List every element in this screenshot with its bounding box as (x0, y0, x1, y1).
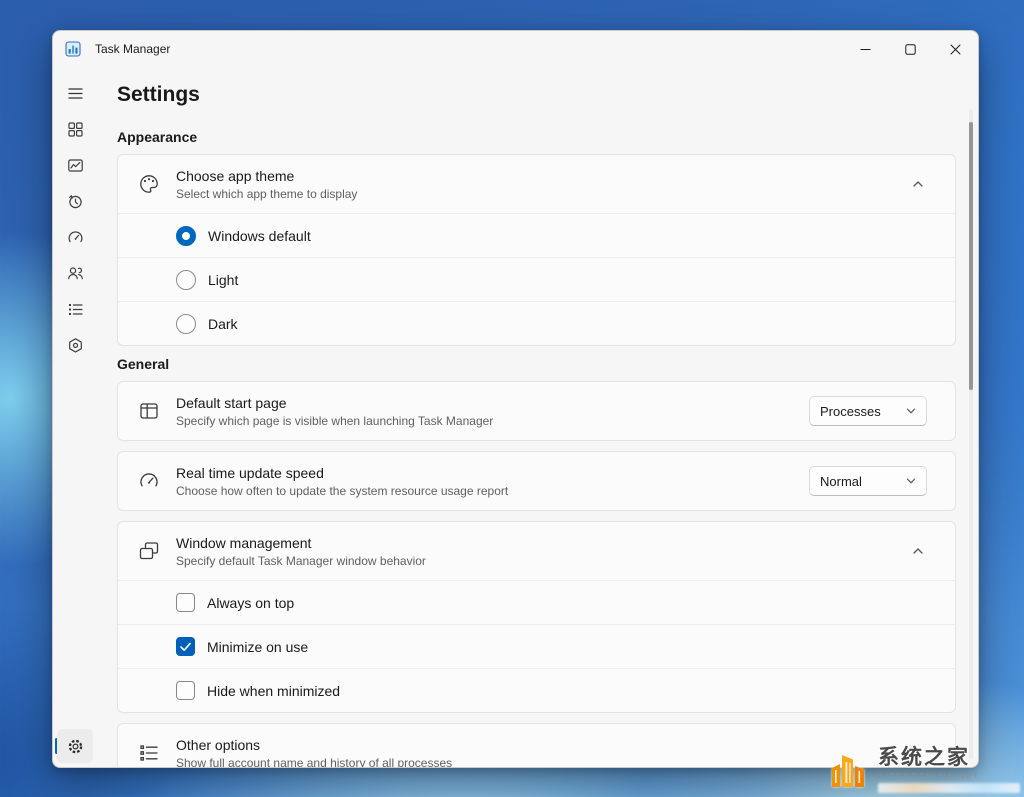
checkbox[interactable] (176, 637, 195, 656)
details-list-icon (67, 301, 84, 318)
sidebar-item-startup-apps[interactable] (53, 219, 97, 255)
checkbox-row-always-on-top[interactable]: Always on top (118, 580, 955, 624)
watermark-logo-icon (827, 747, 871, 793)
card-window-management: Window management Specify default Task M… (117, 521, 956, 713)
section-heading-general: General (117, 356, 170, 372)
task-manager-window: Task Manager Settings Appearance Choose … (52, 30, 979, 768)
card-subtitle: Select which app theme to display (176, 186, 358, 201)
history-clock-icon (67, 193, 84, 210)
sidebar-item-performance[interactable] (53, 147, 97, 183)
setting-row-update-speed: Real time update speed Choose how often … (118, 452, 955, 510)
chevron-down-icon (906, 406, 916, 416)
setting-row-start-page: Default start page Specify which page is… (118, 382, 955, 440)
chevron-up-icon (911, 544, 925, 558)
sidebar-item-services[interactable] (53, 327, 97, 363)
gauge-icon (67, 229, 84, 246)
list-icon (138, 742, 160, 764)
desktop-wallpaper: Task Manager Settings Appearance Choose … (0, 0, 1024, 797)
chevron-up-icon (911, 177, 925, 191)
titlebar[interactable]: Task Manager (53, 31, 978, 67)
card-default-start-page: Default start page Specify which page is… (117, 381, 956, 441)
update-speed-dropdown[interactable]: Normal (809, 466, 927, 496)
dropdown-value: Processes (820, 403, 881, 419)
card-title: Default start page (176, 394, 287, 411)
hamburger-icon (67, 85, 84, 102)
card-subtitle: Show full account name and history of al… (176, 755, 453, 768)
expander-header-window-management[interactable]: Window management Specify default Task M… (118, 522, 955, 580)
services-icon (67, 337, 84, 354)
watermark-caption-blurred (878, 783, 1020, 793)
radio-row-light[interactable]: Light (118, 257, 955, 301)
settings-page: Settings Appearance Choose app theme Sel… (97, 67, 978, 768)
windows-icon (138, 540, 160, 562)
card-choose-app-theme: Choose app theme Select which app theme … (117, 154, 956, 346)
scrollbar (969, 109, 973, 759)
sidebar-item-users[interactable] (53, 255, 97, 291)
palette-icon (138, 173, 160, 195)
menu-button[interactable] (53, 75, 97, 111)
sidebar-item-app-history[interactable] (53, 183, 97, 219)
expander-header-theme[interactable]: Choose app theme Select which app theme … (118, 155, 955, 213)
sidebar-item-settings[interactable] (57, 729, 93, 763)
sidebar (53, 67, 97, 767)
card-title: Choose app theme (176, 167, 295, 184)
watermark-url: XITONGZHIJIA.NET (878, 771, 981, 780)
checkbox-label: Always on top (207, 594, 295, 611)
performance-chart-icon (67, 157, 84, 174)
card-title: Real time update speed (176, 464, 324, 481)
page-title: Settings (117, 83, 200, 106)
task-manager-app-icon (65, 41, 81, 57)
card-title: Other options (176, 736, 261, 753)
start-page-icon (138, 400, 160, 422)
checkbox[interactable] (176, 593, 195, 612)
window-title: Task Manager (95, 42, 171, 56)
window-controls (843, 31, 978, 67)
maximize-button[interactable] (888, 31, 933, 67)
radio-button[interactable] (176, 269, 196, 290)
checkbox-row-hide-when-minimized[interactable]: Hide when minimized (118, 668, 955, 712)
users-icon (67, 265, 84, 282)
gear-icon (67, 738, 84, 755)
checkbox-label: Minimize on use (207, 638, 309, 655)
radio-button[interactable] (176, 225, 196, 246)
watermark-title: 系统之家 (878, 746, 970, 769)
radio-label: Windows default (208, 227, 311, 244)
speedometer-icon (138, 470, 160, 492)
card-subtitle: Specify which page is visible when launc… (176, 413, 494, 428)
section-heading-appearance: Appearance (117, 129, 198, 145)
processes-icon (67, 121, 84, 138)
card-title: Window management (176, 534, 312, 551)
checkbox-label: Hide when minimized (207, 682, 341, 699)
sidebar-item-processes[interactable] (53, 111, 97, 147)
minimize-button[interactable] (843, 31, 888, 67)
start-page-dropdown[interactable]: Processes (809, 396, 927, 426)
radio-label: Light (208, 271, 239, 288)
radio-row-dark[interactable]: Dark (118, 301, 955, 345)
checkbox[interactable] (176, 681, 195, 700)
watermark: 系统之家 XITONGZHIJIA.NET (827, 747, 1020, 793)
card-subtitle: Specify default Task Manager window beha… (176, 553, 426, 568)
radio-button[interactable] (176, 313, 196, 334)
checkbox-row-minimize-on-use[interactable]: Minimize on use (118, 624, 955, 668)
radio-row-windows-default[interactable]: Windows default (118, 213, 955, 257)
card-update-speed: Real time update speed Choose how often … (117, 451, 956, 511)
sidebar-item-details[interactable] (53, 291, 97, 327)
radio-label: Dark (208, 315, 238, 332)
dropdown-value: Normal (820, 473, 862, 489)
chevron-down-icon (906, 476, 916, 486)
scrollbar-thumb[interactable] (969, 122, 973, 390)
card-subtitle: Choose how often to update the system re… (176, 483, 509, 498)
close-button[interactable] (933, 31, 978, 67)
